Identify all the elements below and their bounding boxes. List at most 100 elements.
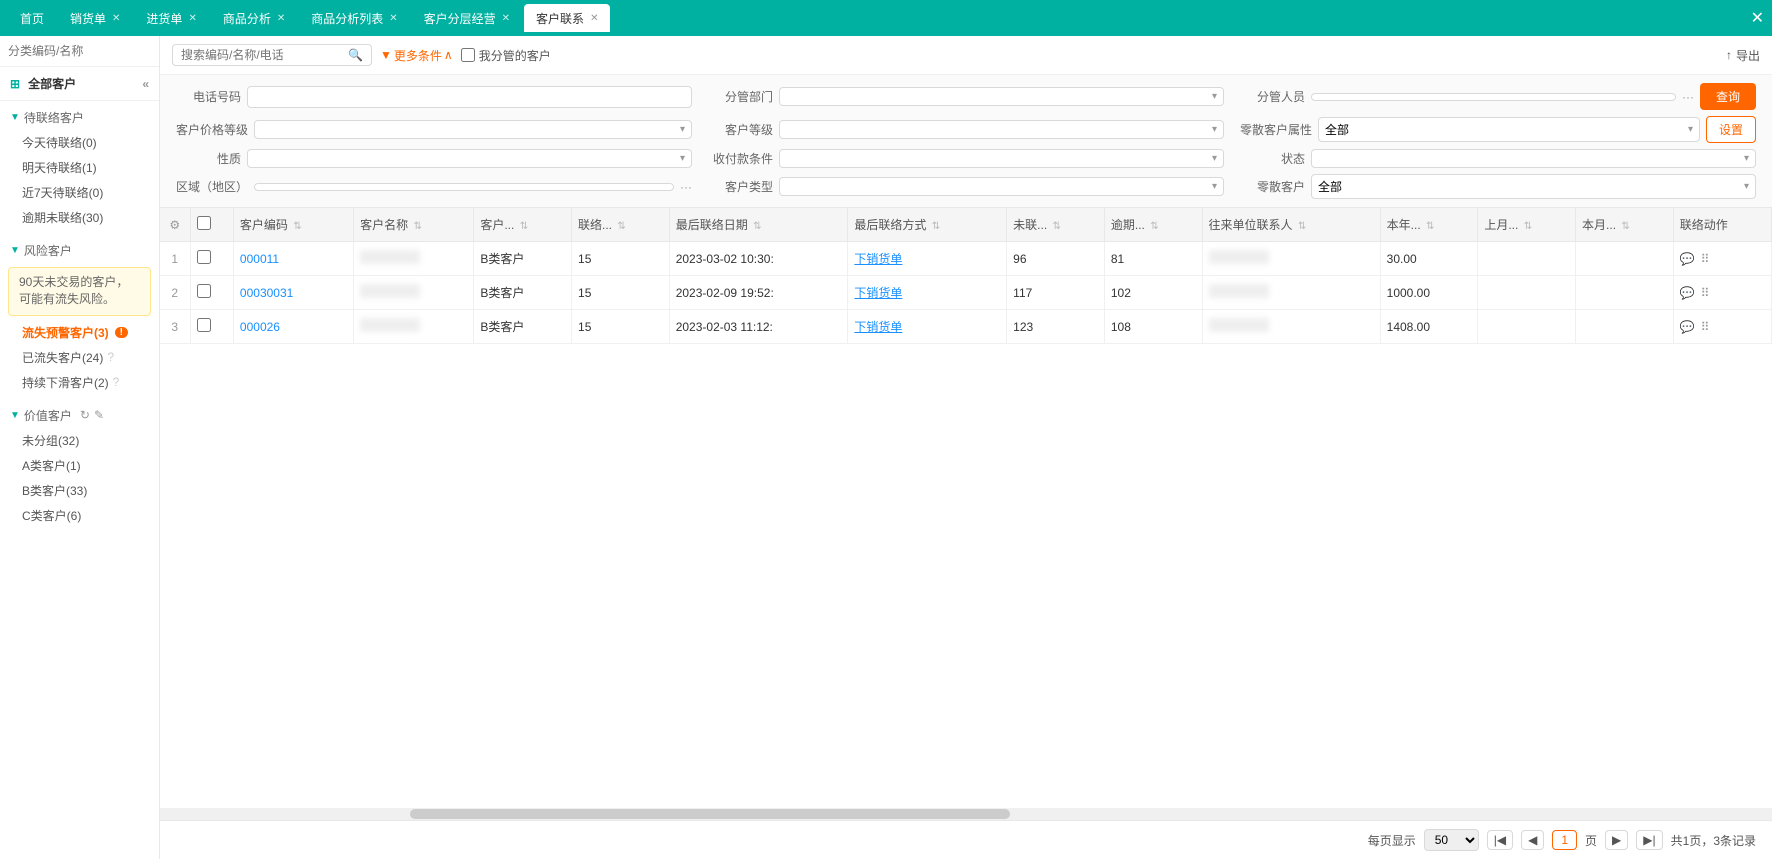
last-page-btn[interactable]: ▶| bbox=[1636, 830, 1662, 850]
row1-code: 000011 bbox=[233, 242, 353, 276]
tab-purchase-close[interactable]: ✕ bbox=[188, 13, 196, 24]
row3-last-type-link[interactable]: 下销货单 bbox=[854, 320, 902, 334]
th-last-type-sort[interactable]: ⇅ bbox=[932, 221, 940, 232]
tab-customer-tier[interactable]: 客户分层经营 ✕ bbox=[412, 4, 522, 32]
row2-code-value[interactable]: 00030031 bbox=[240, 286, 293, 300]
sidebar-item-ungrouped[interactable]: 未分组(32) bbox=[0, 428, 159, 453]
status-select[interactable]: ▾ bbox=[1311, 149, 1756, 168]
sidebar-item-declining[interactable]: 持续下滑客户(2) ? bbox=[0, 370, 159, 395]
th-code-sort[interactable]: ⇅ bbox=[293, 221, 301, 232]
retail-attr-select[interactable]: 全部 ▾ bbox=[1318, 117, 1700, 142]
tab-product-list-close[interactable]: ✕ bbox=[389, 13, 397, 24]
th-unlink-sort[interactable]: ⇅ bbox=[1053, 221, 1061, 232]
th-overdue-sort[interactable]: ⇅ bbox=[1150, 221, 1158, 232]
main-search-input[interactable] bbox=[181, 48, 344, 62]
select-all-checkbox[interactable] bbox=[197, 216, 211, 230]
row1-chat-icon[interactable]: 💬 bbox=[1680, 252, 1695, 266]
th-contact-sort[interactable]: ⇅ bbox=[617, 221, 625, 232]
row1-last-type-link[interactable]: 下销货单 bbox=[854, 252, 902, 266]
sidebar-item-churn-warning[interactable]: 流失预警客户(3) ! bbox=[0, 320, 159, 345]
price-level-select[interactable]: ▾ bbox=[254, 120, 692, 139]
row1-more-icon[interactable]: ⠿ bbox=[1701, 252, 1710, 266]
th-this-year-sort[interactable]: ⇅ bbox=[1426, 221, 1434, 232]
row3-checkbox[interactable] bbox=[197, 318, 211, 332]
next-page-btn[interactable]: ▶ bbox=[1605, 830, 1628, 850]
tab-product-list[interactable]: 商品分析列表 ✕ bbox=[299, 4, 409, 32]
close-window-btn[interactable]: ✕ bbox=[1751, 8, 1764, 28]
sidebar-group-risk-title[interactable]: ▼ 风险客户 bbox=[0, 238, 159, 263]
tab-sales-close[interactable]: ✕ bbox=[112, 13, 120, 24]
sidebar-item-class-a[interactable]: A类客户(1) bbox=[0, 453, 159, 478]
horizontal-scrollbar[interactable] bbox=[160, 808, 1772, 820]
sidebar-item-class-c[interactable]: C类客户(6) bbox=[0, 503, 159, 528]
sidebar-item-today[interactable]: 今天待联络(0) bbox=[0, 130, 159, 155]
my-customers-check[interactable]: 我分管的客户 bbox=[461, 47, 551, 64]
tab-product-analysis-close[interactable]: ✕ bbox=[277, 13, 285, 24]
th-name-sort[interactable]: ⇅ bbox=[413, 221, 421, 232]
row1-code-value[interactable]: 000011 bbox=[240, 252, 279, 266]
tab-purchase[interactable]: 进货单 ✕ bbox=[134, 4, 208, 32]
export-btn[interactable]: ↑ 导出 bbox=[1726, 47, 1760, 64]
row3-more-icon[interactable]: ⠿ bbox=[1701, 320, 1710, 334]
my-customers-checkbox[interactable] bbox=[461, 48, 475, 62]
manager-dots-btn[interactable]: ··· bbox=[1682, 90, 1694, 104]
value-edit-icon[interactable]: ✎ bbox=[94, 408, 104, 422]
sidebar-collapse-btn[interactable]: « bbox=[142, 77, 149, 91]
retail-cust-select[interactable]: 全部 ▾ bbox=[1311, 174, 1756, 199]
setting-btn[interactable]: 设置 bbox=[1706, 116, 1756, 143]
payment-select[interactable]: ▾ bbox=[779, 149, 1224, 168]
row1-checkbox[interactable] bbox=[197, 250, 211, 264]
price-level-arrow-icon: ▾ bbox=[680, 124, 685, 135]
tab-customer-contact[interactable]: 客户联系 ✕ bbox=[524, 4, 610, 32]
manager-select[interactable] bbox=[1311, 93, 1676, 101]
value-refresh-icon[interactable]: ↻ bbox=[80, 408, 90, 422]
row2-more-icon[interactable]: ⠿ bbox=[1701, 286, 1710, 300]
all-customers-label[interactable]: 全部客户 bbox=[28, 75, 76, 92]
tab-sales[interactable]: 销货单 ✕ bbox=[58, 4, 132, 32]
tab-customer-tier-close[interactable]: ✕ bbox=[502, 13, 510, 24]
row2-chat-icon[interactable]: 💬 bbox=[1680, 286, 1695, 300]
sidebar-item-tomorrow[interactable]: 明天待联络(1) bbox=[0, 155, 159, 180]
main-search-icon[interactable]: 🔍 bbox=[348, 48, 363, 62]
row3-code-value[interactable]: 000026 bbox=[240, 320, 280, 334]
tab-home[interactable]: 首页 bbox=[8, 4, 56, 32]
sidebar-item-churned[interactable]: 已流失客户(24) ? bbox=[0, 345, 159, 370]
sidebar-group-pending-title[interactable]: ▼ 待联络客户 bbox=[0, 105, 159, 130]
region-select[interactable] bbox=[254, 183, 674, 191]
th-level-sort[interactable]: ⇅ bbox=[520, 221, 528, 232]
prev-page-btn[interactable]: ◀ bbox=[1521, 830, 1544, 850]
tab-customer-contact-close[interactable]: ✕ bbox=[590, 13, 598, 24]
th-last-month-sort[interactable]: ⇅ bbox=[1524, 221, 1532, 232]
sidebar-group-value-title[interactable]: ▼ 价值客户 ↻ ✎ bbox=[0, 403, 159, 428]
cust-type-select[interactable]: ▾ bbox=[779, 177, 1224, 196]
row2-checkbox[interactable] bbox=[197, 284, 211, 298]
row3-chat-icon[interactable]: 💬 bbox=[1680, 320, 1695, 334]
sidebar-item-today-label: 今天待联络(0) bbox=[22, 134, 97, 151]
page-size-select[interactable]: 50 20 100 bbox=[1424, 829, 1479, 851]
tab-product-analysis[interactable]: 商品分析 ✕ bbox=[211, 4, 297, 32]
th-unit-contact-sort[interactable]: ⇅ bbox=[1298, 221, 1306, 232]
row2-last-type-link[interactable]: 下销货单 bbox=[854, 286, 902, 300]
cust-level-arrow-icon: ▾ bbox=[1212, 124, 1217, 135]
dept-label: 分管部门 bbox=[708, 88, 773, 105]
first-page-btn[interactable]: |◀ bbox=[1487, 830, 1513, 850]
region-dots-btn[interactable]: ··· bbox=[680, 180, 692, 194]
dept-select[interactable]: ▾ bbox=[779, 87, 1224, 106]
th-last-date: 最后联络日期 ⇅ bbox=[669, 208, 848, 242]
cust-level-select[interactable]: ▾ bbox=[779, 120, 1224, 139]
phone-input[interactable] bbox=[247, 86, 692, 108]
th-this-month-sort[interactable]: ⇅ bbox=[1621, 221, 1629, 232]
sidebar-search-input[interactable] bbox=[8, 44, 160, 58]
sidebar-search-row: 🔍 bbox=[0, 36, 159, 67]
th-last-date-sort[interactable]: ⇅ bbox=[753, 221, 761, 232]
sidebar-item-class-b[interactable]: B类客户(33) bbox=[0, 478, 159, 503]
sidebar-item-overdue[interactable]: 逾期未联络(30) bbox=[0, 205, 159, 230]
more-conditions-btn[interactable]: ▼ 更多条件 ∧ bbox=[380, 47, 453, 64]
sidebar-item-7days[interactable]: 近7天待联络(0) bbox=[0, 180, 159, 205]
search-box: 🔍 bbox=[172, 44, 372, 66]
scrollbar-thumb[interactable] bbox=[410, 809, 1010, 819]
gender-select[interactable]: ▾ bbox=[247, 149, 692, 168]
table-settings-icon[interactable]: ⚙ bbox=[169, 218, 180, 232]
gender-label: 性质 bbox=[176, 150, 241, 167]
query-btn[interactable]: 查询 bbox=[1700, 83, 1756, 110]
